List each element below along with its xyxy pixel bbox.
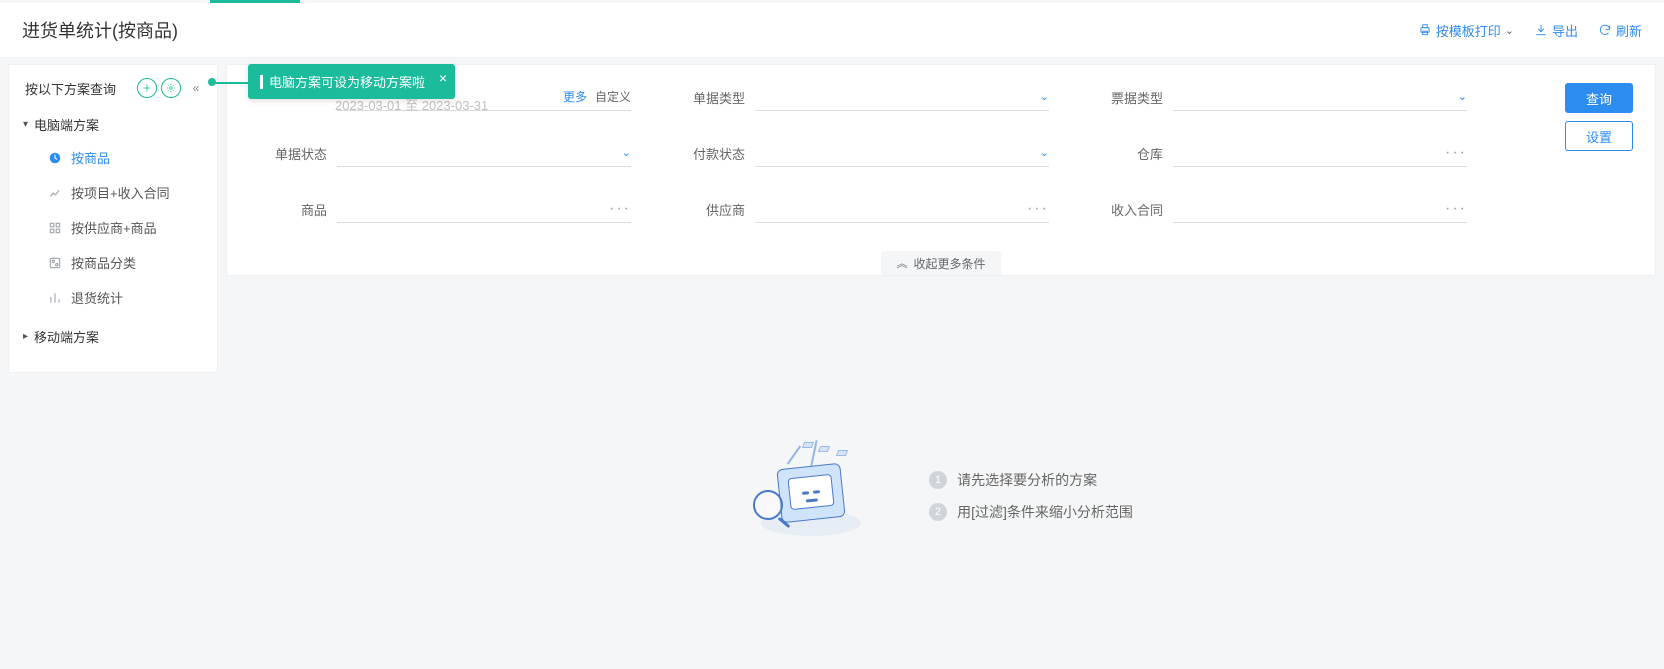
chevron-down-icon: ⌄ [1505, 24, 1514, 37]
sidebar-item-label: 按项目+收入合同 [71, 183, 170, 202]
income-contract-picker[interactable]: ··· [1173, 195, 1467, 223]
scheme-tree: ▾ 电脑端方案 按商品 按项目+收入合同 [9, 109, 217, 352]
gear-icon [166, 83, 176, 93]
order-status-select[interactable]: ⌄ [337, 139, 631, 167]
sidebar-item-label: 按商品分类 [71, 253, 136, 272]
page-title: 进货单统计(按商品) [22, 17, 178, 43]
sidebar: 按以下方案查询 « ▾ 电脑端方案 [8, 64, 218, 373]
page-header: 进货单统计(按商品) 按模板打印 ⌄ 导出 刷新 [0, 3, 1664, 58]
mobile-scheme-tooltip: 电脑方案可设为移动方案啦 × [248, 64, 455, 99]
printer-icon [1418, 23, 1432, 37]
export-icon [1534, 23, 1548, 37]
supplier-label: 供应商 [667, 200, 745, 219]
sidebar-item-by-category[interactable]: 按商品分类 [41, 245, 211, 280]
chevron-down-icon: ⌄ [1040, 90, 1049, 103]
order-status-label: 单据状态 [249, 144, 327, 163]
settings-button[interactable]: 设置 [1565, 121, 1633, 151]
chevron-down-icon: ⌄ [1458, 90, 1467, 103]
empty-state: 1 请先选择要分析的方案 2 用[过滤]条件来缩小分析范围 [226, 436, 1656, 556]
chevron-down-icon: ⌄ [1040, 146, 1049, 159]
sidebar-item-by-supplier-product[interactable]: 按供应商+商品 [41, 210, 211, 245]
chart-icon [47, 185, 63, 201]
sidebar-item-by-project-contract[interactable]: 按项目+收入合同 [41, 175, 211, 210]
sidebar-item-label: 按商品 [71, 148, 110, 167]
print-template-button[interactable]: 按模板打印 ⌄ [1418, 21, 1514, 40]
date-custom-link[interactable]: 自定义 [595, 88, 631, 105]
date-more-link[interactable]: 更多 [563, 88, 587, 105]
product-picker[interactable]: ··· [337, 195, 631, 223]
more-icon: ··· [1027, 200, 1049, 218]
pay-status-select[interactable]: ⌄ [755, 139, 1049, 167]
caret-right-icon: ▸ [23, 331, 28, 342]
scheme-settings-button[interactable] [161, 78, 181, 98]
category-icon [47, 255, 63, 271]
bars-icon [47, 290, 63, 306]
robot-illustration [749, 436, 879, 556]
income-contract-label: 收入合同 [1085, 200, 1163, 219]
tree-group-mobile[interactable]: ▸ 移动端方案 [15, 321, 211, 352]
export-button[interactable]: 导出 [1534, 21, 1578, 40]
collapse-left-icon: « [193, 81, 200, 95]
more-icon: ··· [609, 200, 631, 218]
add-scheme-button[interactable] [137, 78, 157, 98]
product-label: 商品 [249, 200, 327, 219]
more-icon: ··· [1445, 144, 1467, 162]
caret-down-icon: ▾ [23, 119, 28, 130]
order-type-select[interactable]: ⌄ [755, 83, 1049, 111]
double-chevron-up-icon: ︽ [896, 255, 907, 271]
header-actions: 按模板打印 ⌄ 导出 刷新 [1418, 21, 1642, 40]
empty-step-2: 2 用[过滤]条件来缩小分析范围 [929, 496, 1133, 528]
invoice-type-label: 票据类型 [1085, 88, 1163, 107]
order-type-label: 单据类型 [667, 88, 745, 107]
collapse-sidebar-button[interactable]: « [185, 77, 207, 99]
more-icon: ··· [1445, 200, 1467, 218]
warehouse-label: 仓库 [1085, 144, 1163, 163]
warehouse-picker[interactable]: ··· [1173, 139, 1467, 167]
collapse-filters-button[interactable]: ︽ 收起更多条件 [881, 251, 1001, 275]
empty-step-1: 1 请先选择要分析的方案 [929, 464, 1133, 496]
grid-icon [47, 220, 63, 236]
empty-steps: 1 请先选择要分析的方案 2 用[过滤]条件来缩小分析范围 [929, 464, 1133, 528]
sidebar-item-label: 退货统计 [71, 288, 123, 307]
invoice-type-select[interactable]: ⌄ [1173, 83, 1467, 111]
sidebar-item-by-product[interactable]: 按商品 [41, 140, 211, 175]
plus-icon [142, 83, 152, 93]
sidebar-title: 按以下方案查询 [25, 79, 116, 98]
refresh-icon [1598, 23, 1612, 37]
pay-status-label: 付款状态 [667, 144, 745, 163]
sidebar-item-label: 按供应商+商品 [71, 218, 157, 237]
query-button[interactable]: 查询 [1565, 83, 1633, 113]
clock-icon [47, 150, 63, 166]
refresh-button[interactable]: 刷新 [1598, 21, 1642, 40]
tree-group-desktop[interactable]: ▾ 电脑端方案 [15, 109, 211, 140]
chevron-down-icon: ⌄ [622, 146, 631, 159]
tooltip-text: 电脑方案可设为移动方案啦 [269, 72, 425, 91]
sidebar-item-return-stats[interactable]: 退货统计 [41, 280, 211, 315]
supplier-picker[interactable]: ··· [755, 195, 1049, 223]
tooltip-close-button[interactable]: × [439, 70, 447, 86]
